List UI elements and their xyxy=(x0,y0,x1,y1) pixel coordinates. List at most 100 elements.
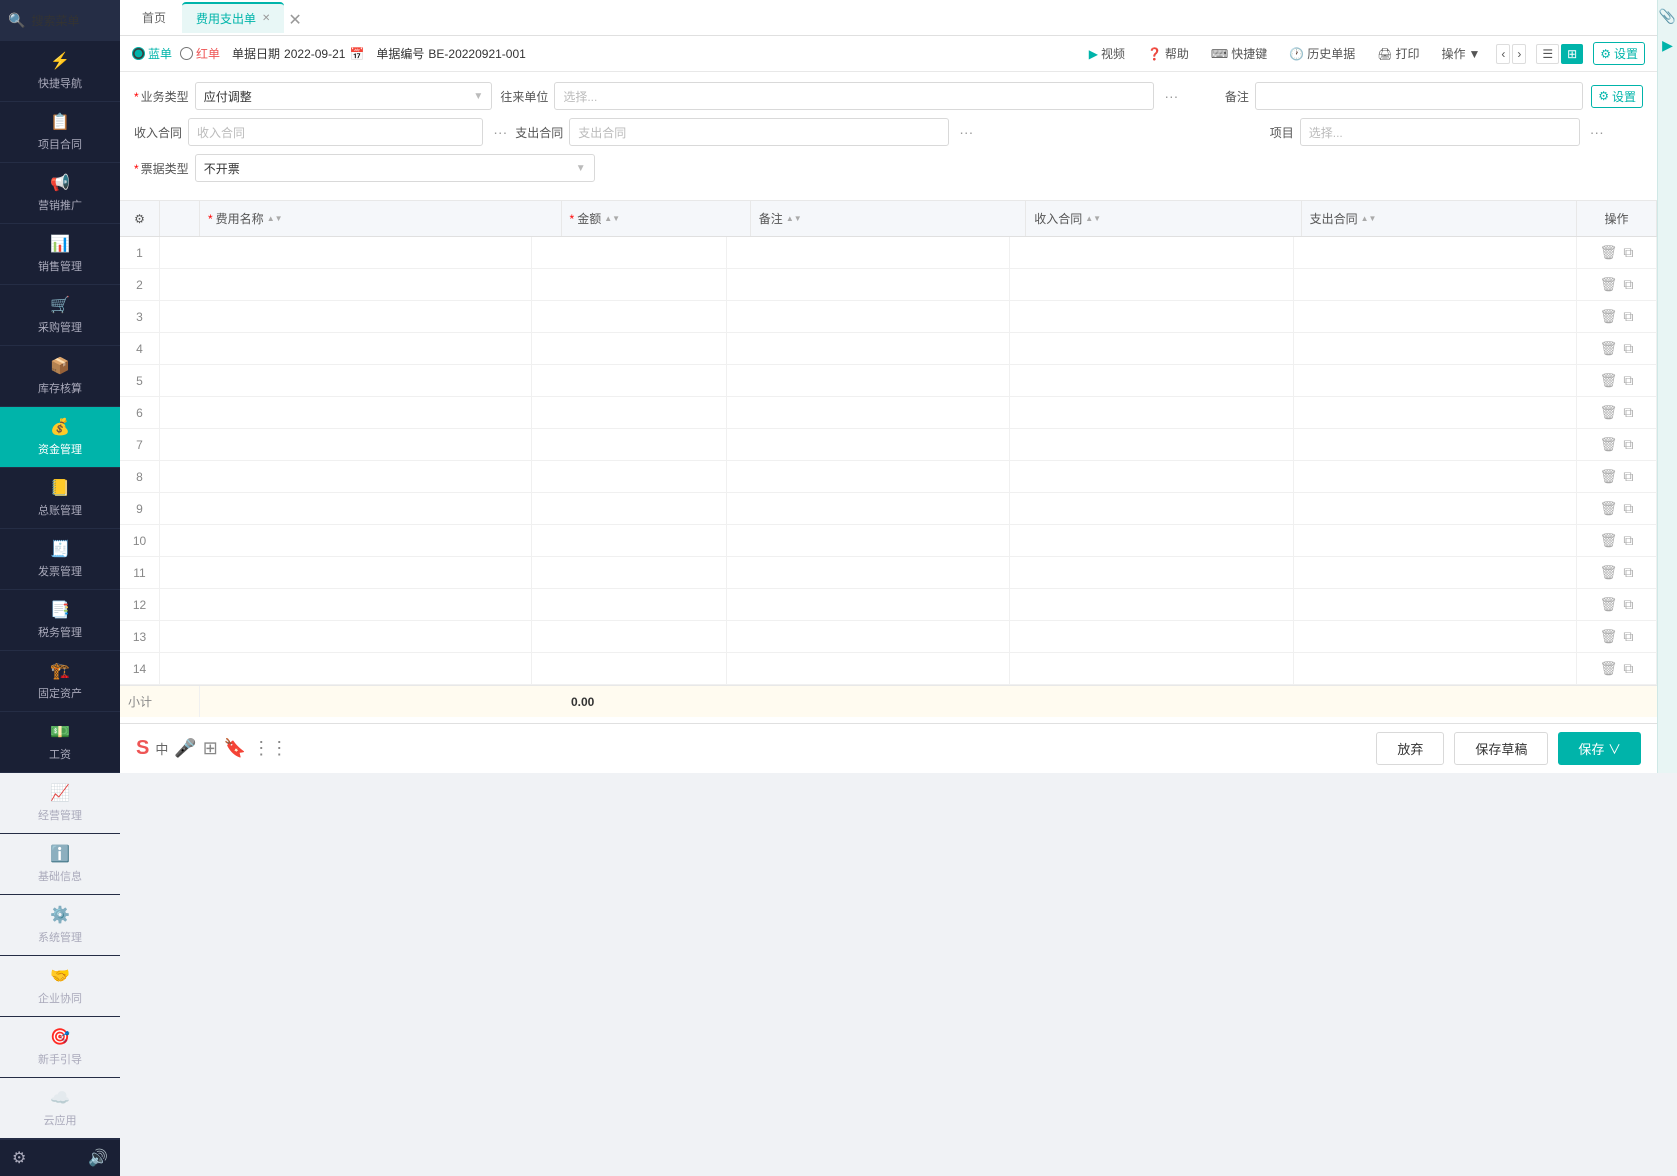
zhong-icon[interactable]: 中 xyxy=(155,739,168,758)
list-view-icon[interactable]: ☰ xyxy=(1536,44,1559,64)
row-amount-10[interactable] xyxy=(532,525,727,556)
tab-close-费用支出单[interactable]: ✕ xyxy=(262,13,270,24)
table-icon[interactable]: ⊞ xyxy=(203,738,218,759)
delete-icon-7[interactable]: 🗑 xyxy=(1600,436,1618,453)
save-draft-btn[interactable]: 保存草稿 xyxy=(1454,732,1548,765)
row-amount-4[interactable] xyxy=(532,333,727,364)
tab-费用支出单[interactable]: 费用支出单✕ xyxy=(182,2,284,33)
print-btn[interactable]: 🖨 打印 xyxy=(1371,43,1425,64)
copy-icon-1[interactable]: ⧉ xyxy=(1623,244,1633,261)
row-expense-cont-10[interactable] xyxy=(1294,525,1577,556)
row-expense-cont-13[interactable] xyxy=(1294,621,1577,652)
row-expense-cont-4[interactable] xyxy=(1294,333,1577,364)
row-expense-cont-6[interactable] xyxy=(1294,397,1577,428)
row-amount-5[interactable] xyxy=(532,365,727,396)
row-note-1[interactable] xyxy=(727,237,1010,268)
row-expense-cont-8[interactable] xyxy=(1294,461,1577,492)
row-amount-9[interactable] xyxy=(532,493,727,524)
delete-icon-4[interactable]: 🗑 xyxy=(1600,340,1618,357)
delete-icon-1[interactable]: 🗑 xyxy=(1600,244,1618,261)
copy-icon-4[interactable]: ⧉ xyxy=(1623,340,1633,357)
sidebar-item-inventory[interactable]: 📦 库存核算 xyxy=(0,346,120,407)
row-income-7[interactable] xyxy=(1010,429,1293,460)
partner-input[interactable]: 选择... xyxy=(554,82,1154,110)
sidebar-item-fixed-assets[interactable]: 🏗️ 固定资产 xyxy=(0,651,120,712)
row-expense-cont-3[interactable] xyxy=(1294,301,1577,332)
delete-icon-10[interactable]: 🗑 xyxy=(1600,532,1618,549)
row-expense-cont-2[interactable] xyxy=(1294,269,1577,300)
sidebar-item-capital[interactable]: 💰 资金管理 xyxy=(0,407,120,468)
invoice-type-input[interactable]: 不开票 ▼ xyxy=(195,154,595,182)
delete-icon-12[interactable]: 🗑 xyxy=(1600,596,1618,613)
sidebar-item-marketing[interactable]: 📢 营销推广 xyxy=(0,163,120,224)
radio-red[interactable]: 红单 xyxy=(180,45,220,62)
discard-btn[interactable]: 放弃 xyxy=(1376,732,1444,765)
copy-icon-7[interactable]: ⧉ xyxy=(1623,436,1633,453)
row-income-2[interactable] xyxy=(1010,269,1293,300)
row-note-7[interactable] xyxy=(727,429,1010,460)
copy-icon-8[interactable]: ⧉ xyxy=(1623,468,1633,485)
row-amount-8[interactable] xyxy=(532,461,727,492)
set-btn-right[interactable]: ⚙ 设置 xyxy=(1591,85,1643,108)
row-amount-11[interactable] xyxy=(532,557,727,588)
copy-icon-13[interactable]: ⧉ xyxy=(1623,628,1633,645)
sort-expense[interactable]: ▲▼ xyxy=(267,214,283,223)
row-expense-12[interactable] xyxy=(160,589,532,620)
row-note-5[interactable] xyxy=(727,365,1010,396)
th-setting[interactable]: ⚙ xyxy=(120,201,160,236)
sidebar-item-wages[interactable]: 💵 工资 xyxy=(0,712,120,773)
help-btn[interactable]: ❓ 帮助 xyxy=(1141,43,1195,64)
row-amount-6[interactable] xyxy=(532,397,727,428)
row-income-12[interactable] xyxy=(1010,589,1293,620)
tab-首页[interactable]: 首页 xyxy=(128,3,180,32)
copy-icon-10[interactable]: ⧉ xyxy=(1623,532,1633,549)
volume-icon[interactable]: 🔊 xyxy=(88,1148,108,1168)
row-expense-cont-9[interactable] xyxy=(1294,493,1577,524)
row-expense-10[interactable] xyxy=(160,525,532,556)
copy-icon-3[interactable]: ⧉ xyxy=(1623,308,1633,325)
row-expense-3[interactable] xyxy=(160,301,532,332)
row-expense-5[interactable] xyxy=(160,365,532,396)
row-expense-8[interactable] xyxy=(160,461,532,492)
sidebar-item-enterprise[interactable]: 🤝 企业协同 xyxy=(0,956,120,1017)
calendar-icon[interactable]: 📅 xyxy=(349,47,364,61)
copy-icon-14[interactable]: ⧉ xyxy=(1623,660,1633,677)
row-expense-6[interactable] xyxy=(160,397,532,428)
grid-view-icon[interactable]: ⊞ xyxy=(1561,44,1583,64)
expense-contract-input[interactable]: 支出合同 xyxy=(569,118,949,146)
row-amount-3[interactable] xyxy=(532,301,727,332)
row-expense-2[interactable] xyxy=(160,269,532,300)
delete-icon-3[interactable]: 🗑 xyxy=(1600,308,1618,325)
row-income-13[interactable] xyxy=(1010,621,1293,652)
delete-icon-2[interactable]: 🗑 xyxy=(1600,276,1618,293)
sidebar-item-cloud[interactable]: ☁️ 云应用 xyxy=(0,1078,120,1139)
row-income-14[interactable] xyxy=(1010,653,1293,684)
prev-arrow[interactable]: ‹ xyxy=(1496,44,1510,64)
row-amount-7[interactable] xyxy=(532,429,727,460)
set-btn[interactable]: ⚙ 设置 xyxy=(1593,42,1645,65)
bookmark-icon[interactable]: 🔖 xyxy=(224,738,246,759)
row-amount-12[interactable] xyxy=(532,589,727,620)
sidebar-item-accounting[interactable]: 📒 总账管理 xyxy=(0,468,120,529)
delete-icon-11[interactable]: 🗑 xyxy=(1600,564,1618,581)
sidebar-search[interactable]: 🔍 搜索菜单 xyxy=(0,0,120,41)
sidebar-item-operations[interactable]: 📈 经营管理 xyxy=(0,773,120,834)
delete-icon-8[interactable]: 🗑 xyxy=(1600,468,1618,485)
row-income-3[interactable] xyxy=(1010,301,1293,332)
grid-icon[interactable]: ⋮⋮ xyxy=(252,738,288,759)
row-income-11[interactable] xyxy=(1010,557,1293,588)
project-dots[interactable]: ··· xyxy=(1590,124,1604,140)
window-close-icon[interactable]: ✕ xyxy=(288,10,304,26)
row-note-11[interactable] xyxy=(727,557,1010,588)
row-amount-2[interactable] xyxy=(532,269,727,300)
expand-icon[interactable]: ▶ xyxy=(1658,33,1677,58)
row-amount-13[interactable] xyxy=(532,621,727,652)
row-income-6[interactable] xyxy=(1010,397,1293,428)
row-note-4[interactable] xyxy=(727,333,1010,364)
row-expense-14[interactable] xyxy=(160,653,532,684)
operation-btn[interactable]: 操作 ▼ xyxy=(1435,43,1486,64)
row-note-3[interactable] xyxy=(727,301,1010,332)
income-dots[interactable]: ··· xyxy=(493,124,507,140)
row-note-10[interactable] xyxy=(727,525,1010,556)
sort-income[interactable]: ▲▼ xyxy=(1085,214,1101,223)
